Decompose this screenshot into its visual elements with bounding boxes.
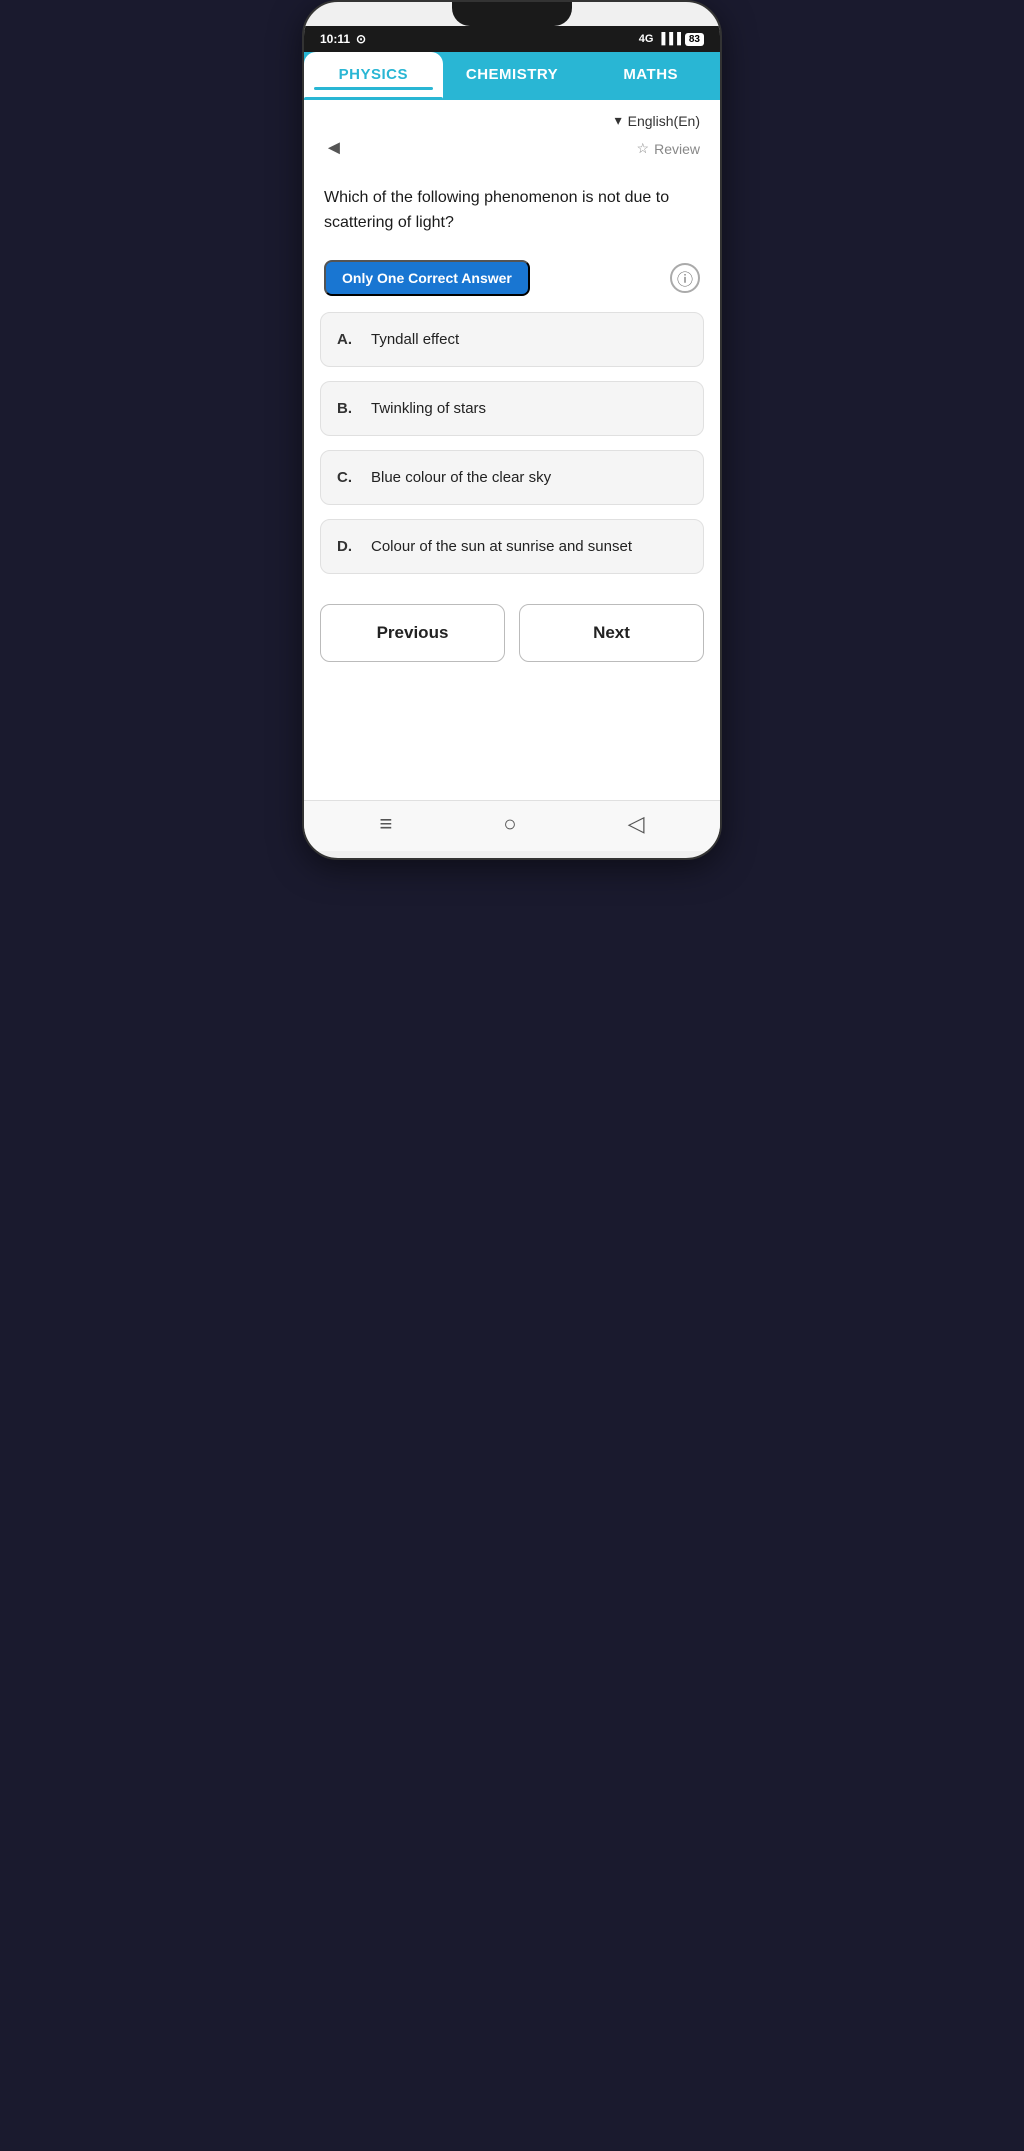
tab-chemistry[interactable]: CHEMISTRY [443, 52, 582, 100]
option-d-text: Colour of the sun at sunrise and sunset [371, 538, 632, 555]
back-arrow-icon[interactable]: ◄ [324, 137, 344, 160]
notch [452, 2, 572, 26]
nav-buttons: Previous Next [304, 574, 720, 678]
language-selector[interactable]: ▾ English(En) [615, 112, 700, 129]
status-bar: 10:11 ⊙ 4G ▐▐▐ 83 [304, 26, 720, 52]
option-d-letter: D. [337, 538, 357, 555]
option-c-letter: C. [337, 469, 357, 486]
tab-maths[interactable]: MATHS [581, 52, 720, 100]
option-c-text: Blue colour of the clear sky [371, 469, 551, 486]
badge-row: Only One Correct Answer ⓘ [304, 250, 720, 312]
next-button[interactable]: Next [519, 604, 704, 662]
bottom-nav: ≡ ○ ◁ [304, 800, 720, 851]
option-b-letter: B. [337, 400, 357, 417]
question-block: Which of the following phenomenon is not… [304, 170, 720, 250]
review-label: Review [654, 141, 700, 157]
options-list: A. Tyndall effect B. Twinkling of stars … [304, 312, 720, 574]
menu-icon[interactable]: ≡ [379, 811, 392, 837]
option-a-letter: A. [337, 331, 357, 348]
option-d[interactable]: D. Colour of the sun at sunrise and suns… [320, 519, 704, 574]
review-row: ◄ ☆ Review [304, 133, 720, 170]
info-icon[interactable]: ⓘ [670, 263, 700, 293]
network-indicator: 4G [639, 33, 654, 45]
home-icon[interactable]: ○ [503, 811, 516, 837]
option-b-text: Twinkling of stars [371, 400, 486, 417]
option-b[interactable]: B. Twinkling of stars [320, 381, 704, 436]
content-area: ▾ English(En) ◄ ☆ Review Which of the fo… [304, 100, 720, 800]
language-label: English(En) [628, 113, 700, 129]
option-c[interactable]: C. Blue colour of the clear sky [320, 450, 704, 505]
phone-frame: 10:11 ⊙ 4G ▐▐▐ 83 PHYSICS CHEMISTRY MATH… [302, 0, 722, 860]
battery-level: 83 [685, 33, 704, 46]
question-text: Which of the following phenomenon is not… [324, 186, 700, 236]
bookmark-icon: ☆ [637, 140, 650, 157]
option-a-text: Tyndall effect [371, 331, 459, 348]
tab-physics[interactable]: PHYSICS [304, 52, 443, 100]
option-a[interactable]: A. Tyndall effect [320, 312, 704, 367]
language-row: ▾ English(En) [304, 100, 720, 133]
tab-bar: PHYSICS CHEMISTRY MATHS [304, 52, 720, 100]
back-nav-icon[interactable]: ◁ [628, 811, 645, 837]
time-display: 10:11 [320, 32, 350, 46]
status-right: 4G ▐▐▐ 83 [639, 33, 704, 46]
clock-icon: ⊙ [356, 32, 366, 46]
status-left: 10:11 ⊙ [320, 32, 366, 46]
review-link[interactable]: ☆ Review [637, 140, 700, 157]
signal-icon: ▐▐▐ [657, 33, 680, 45]
chevron-down-icon: ▾ [615, 112, 622, 129]
previous-button[interactable]: Previous [320, 604, 505, 662]
answer-type-badge[interactable]: Only One Correct Answer [324, 260, 530, 296]
